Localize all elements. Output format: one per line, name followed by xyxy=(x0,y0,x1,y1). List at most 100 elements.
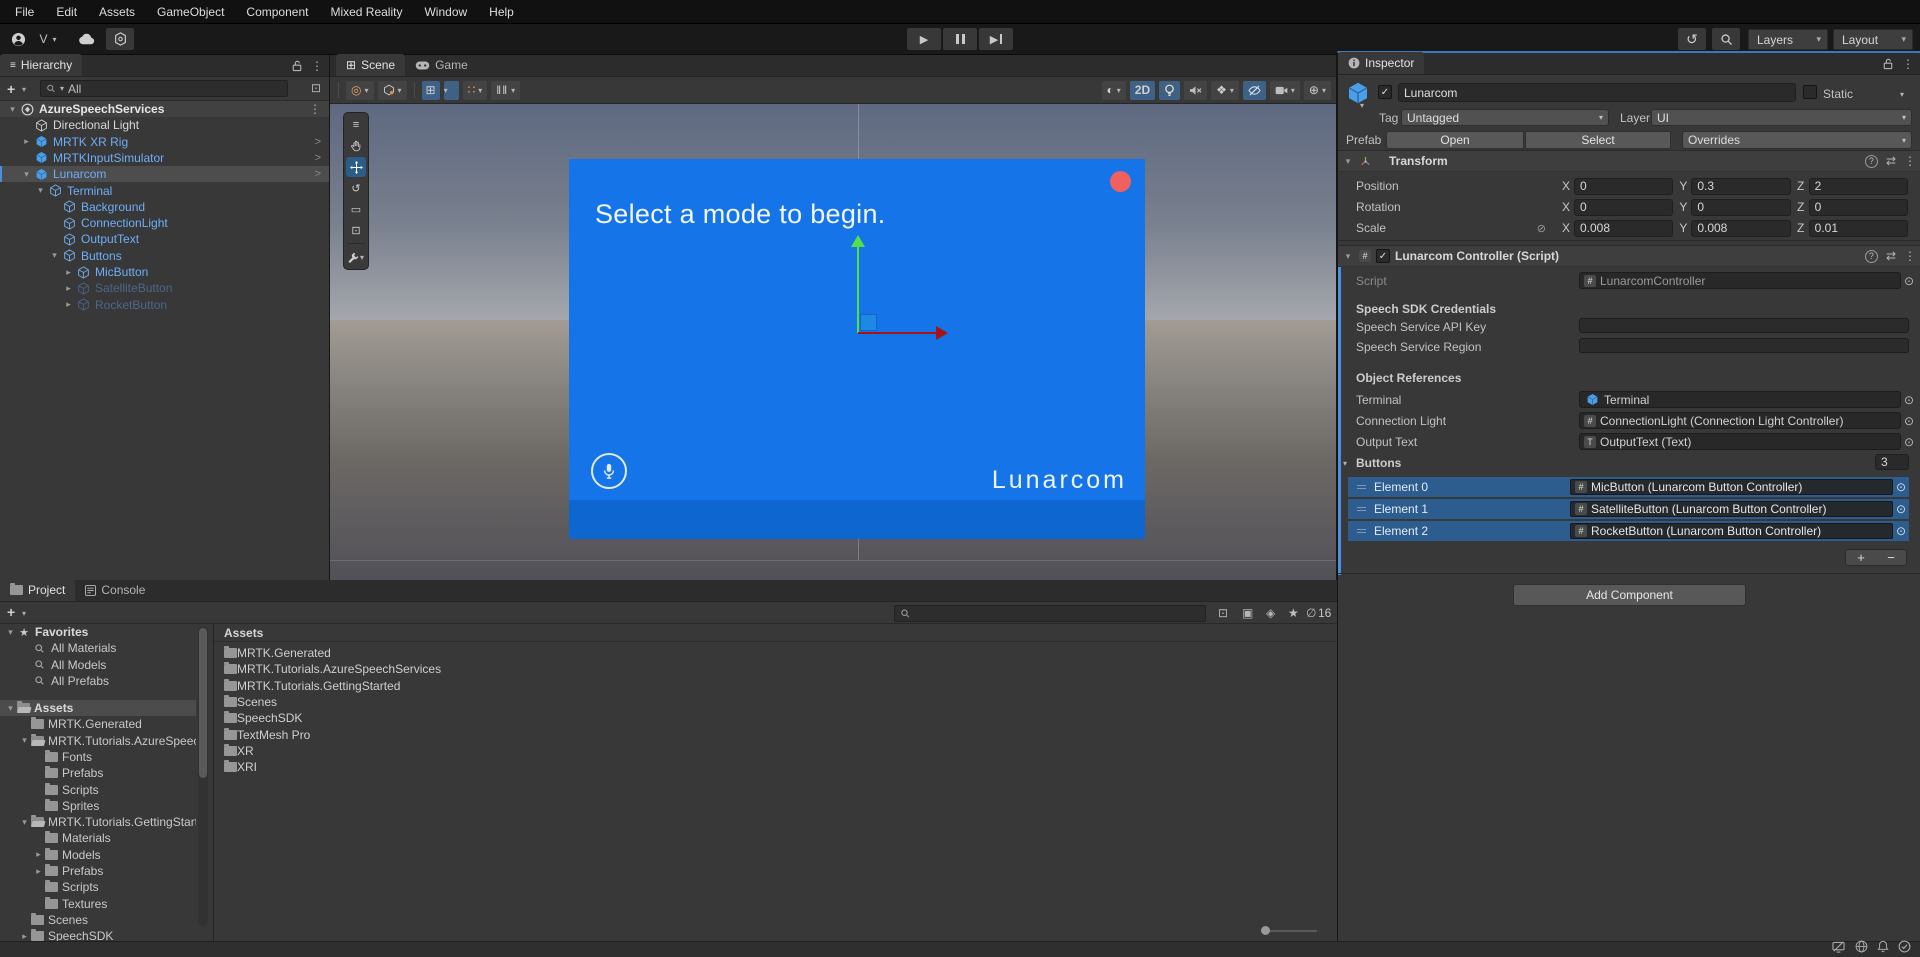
project-tree-row[interactable]: ▾Assets xyxy=(0,700,196,716)
object-reference-field[interactable]: TOutputText (Text) xyxy=(1579,433,1901,450)
lock-icon[interactable] xyxy=(1883,58,1893,70)
hierarchy-row[interactable]: ▸RocketButton xyxy=(0,297,329,313)
remove-element-button[interactable]: − xyxy=(1876,550,1906,565)
expand-arrow[interactable]: ▸ xyxy=(62,299,75,310)
object-reference-field[interactable]: #ConnectionLight (Connection Light Contr… xyxy=(1579,412,1901,429)
presets-icon[interactable]: ⇄ xyxy=(1886,249,1896,263)
expand-arrow[interactable]: ▾ xyxy=(48,250,61,261)
y-value-field[interactable]: 0 xyxy=(1691,199,1790,216)
layout-dropdown[interactable]: Layout▾ xyxy=(1833,29,1913,50)
credential-input-field[interactable] xyxy=(1579,338,1909,353)
object-picker-icon[interactable]: ⊙ xyxy=(1893,524,1909,538)
pause-button[interactable] xyxy=(943,28,977,50)
asset-folder-row[interactable]: MRTK.Tutorials.GettingStarted xyxy=(224,678,1337,694)
project-tree-row[interactable]: ▾★Favorites xyxy=(0,624,196,640)
expand-arrow[interactable]: ▾ xyxy=(18,735,31,746)
project-tree-row[interactable]: ▾MRTK.Tutorials.GettingStarted xyxy=(0,814,196,830)
asset-folder-row[interactable]: XR xyxy=(224,743,1337,759)
focus-window-icon[interactable]: ⊡ xyxy=(1218,606,1228,620)
hierarchy-row[interactable]: ▸MicButton xyxy=(0,264,329,280)
object-picker-icon[interactable]: ⊙ xyxy=(1904,414,1914,428)
label-icon[interactable]: ◈ xyxy=(1266,606,1275,620)
cloud-icon[interactable] xyxy=(72,28,100,50)
2d-toggle[interactable]: 2D xyxy=(1130,81,1155,100)
script-component-header[interactable]: ▾ # ✓ Lunarcom Controller (Script) ? ⇄ ⋮ xyxy=(1338,245,1920,267)
static-checkbox[interactable] xyxy=(1803,85,1817,99)
project-tree-row[interactable]: All Materials xyxy=(0,640,196,656)
x-value-field[interactable]: 0.008 xyxy=(1574,220,1673,237)
hierarchy-row[interactable]: ▾Terminal xyxy=(0,183,329,199)
project-search-input[interactable] xyxy=(914,607,1200,621)
measure-tool-dropdown[interactable]: ‖‖▾ xyxy=(491,81,520,100)
rotate-tool[interactable]: ↺ xyxy=(346,178,366,198)
shading-mode-dropdown[interactable]: ◐▾ xyxy=(1102,81,1126,100)
expand-arrow[interactable]: ▸ xyxy=(18,931,31,941)
hierarchy-row[interactable]: ▸SatelliteButton xyxy=(0,280,329,296)
help-icon[interactable]: ? xyxy=(1865,155,1878,168)
element-object-field[interactable]: #MicButton (Lunarcom Button Controller) xyxy=(1570,479,1893,495)
gizmos-dropdown[interactable]: ⊕▾ xyxy=(1304,81,1331,100)
y-value-field[interactable]: 0.3 xyxy=(1691,178,1790,195)
gameobject-name-field[interactable] xyxy=(1398,83,1796,102)
help-icon[interactable]: ? xyxy=(1865,250,1878,263)
tab-game[interactable]: Game xyxy=(405,54,478,76)
grid-visibility-dropdown-icon[interactable]: ▾ xyxy=(444,81,459,100)
project-tree-row[interactable]: MRTK.Generated xyxy=(0,716,196,732)
object-reference-field[interactable]: Terminal xyxy=(1579,391,1901,408)
custom-tool-dropdown[interactable]: ▾ xyxy=(346,247,366,267)
gizmo-y-axis[interactable] xyxy=(857,245,859,333)
asset-folder-row[interactable]: MRTK.Generated xyxy=(224,645,1337,661)
audio-mute-toggle[interactable] xyxy=(1184,81,1207,100)
script-object-field[interactable]: # LunarcomController xyxy=(1579,272,1901,289)
prefab-select-button[interactable]: Select xyxy=(1525,131,1671,149)
object-picker-icon[interactable]: ⊙ xyxy=(1904,435,1914,449)
hierarchy-row[interactable]: ▾Lunarcom> xyxy=(0,166,329,182)
prefab-overrides-dropdown[interactable]: Overrides▾ xyxy=(1682,131,1912,149)
move-tool[interactable] xyxy=(346,157,366,177)
z-value-field[interactable]: 2 xyxy=(1809,178,1908,195)
asset-folder-row[interactable]: TextMesh Pro xyxy=(224,727,1337,743)
globe-icon[interactable] xyxy=(1854,939,1869,954)
project-tree-row[interactable]: Prefabs xyxy=(0,765,196,781)
bell-icon[interactable] xyxy=(1877,940,1889,953)
asset-folder-row[interactable]: Scenes xyxy=(224,694,1337,710)
element-object-field[interactable]: #SatelliteButton (Lunarcom Button Contro… xyxy=(1570,501,1893,517)
check-circle-icon[interactable] xyxy=(1897,939,1912,954)
lunarcom-ui-panel[interactable]: Select a mode to begin. Lunarcom xyxy=(569,159,1145,539)
expand-arrow[interactable]: ▾ xyxy=(4,703,17,714)
prefab-chevron-icon[interactable]: > xyxy=(315,136,321,148)
tab-project[interactable]: Project xyxy=(0,579,75,601)
hierarchy-row[interactable]: ConnectionLight xyxy=(0,215,329,231)
menu-edit[interactable]: Edit xyxy=(45,0,88,24)
tag-dropdown[interactable]: Untagged▾ xyxy=(1401,109,1609,126)
array-element-row[interactable]: Element 2#RocketButton (Lunarcom Button … xyxy=(1348,521,1909,541)
add-element-button[interactable]: + xyxy=(1846,550,1876,565)
unlinked-scale-icon[interactable]: ⊘ xyxy=(1537,222,1546,235)
expand-arrow[interactable]: ▾ xyxy=(34,185,47,196)
asset-store-icon[interactable]: ▣ xyxy=(1242,606,1253,620)
play-button[interactable]: ▶ xyxy=(907,28,941,50)
hierarchy-row[interactable]: MRTKInputSimulator> xyxy=(0,150,329,166)
kebab-menu-icon[interactable]: ⋮ xyxy=(1904,249,1916,263)
plastic-hub-icon[interactable] xyxy=(106,28,134,50)
icon-size-slider[interactable] xyxy=(1261,926,1317,936)
project-tree-row[interactable]: Textures xyxy=(0,896,196,912)
expand-arrow[interactable]: ▸ xyxy=(20,136,33,147)
hierarchy-row[interactable]: Background xyxy=(0,199,329,215)
drag-handle-icon[interactable] xyxy=(1348,529,1374,533)
project-tree-row[interactable]: Scripts xyxy=(0,879,196,895)
create-asset-dropdown-icon[interactable]: ▾ xyxy=(22,609,26,618)
prefab-chevron-icon[interactable]: > xyxy=(315,152,321,164)
project-tree-row[interactable]: Scenes xyxy=(0,912,196,928)
tool-handle-pivot-dropdown[interactable]: ◎▾ xyxy=(346,81,374,100)
slider-knob[interactable] xyxy=(1261,926,1270,935)
expand-arrow[interactable]: ▸ xyxy=(32,849,45,860)
expand-arrow[interactable]: ▸ xyxy=(32,866,45,877)
kebab-menu-icon[interactable]: ⋮ xyxy=(1902,57,1914,71)
hierarchy-row[interactable]: ▸MRTK XR Rig> xyxy=(0,134,329,150)
hidden-packages-icon[interactable]: ∅ xyxy=(1306,606,1316,620)
drag-handle-icon[interactable] xyxy=(1348,485,1374,489)
display-off-icon[interactable] xyxy=(1831,939,1846,954)
scrollbar-thumb[interactable] xyxy=(199,628,207,778)
version-control-dropdown[interactable]: V▾ xyxy=(32,28,64,50)
